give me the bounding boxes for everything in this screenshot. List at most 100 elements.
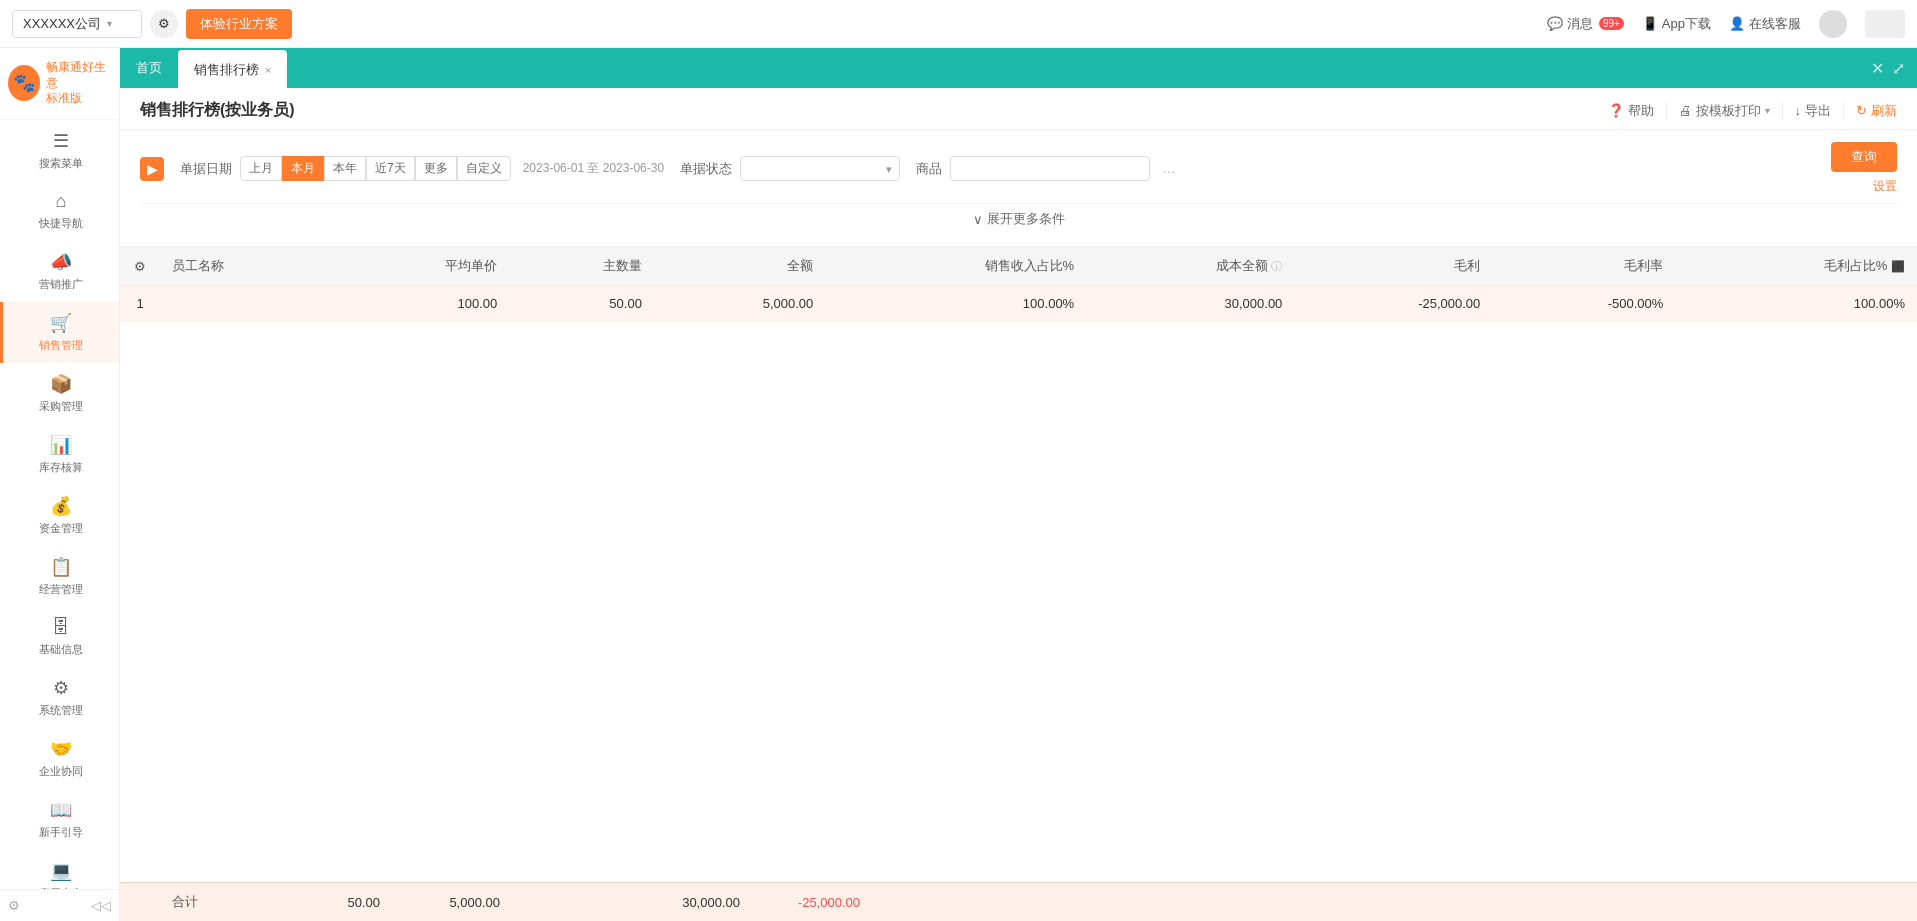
operations-icon: 📋 xyxy=(50,556,72,578)
cell-gross-pct: 100.00% xyxy=(1675,286,1917,322)
sidebar-settings-icon[interactable]: ⚙ xyxy=(8,898,20,913)
enterprise-icon: 🤝 xyxy=(50,738,72,760)
th-gross: 毛利 xyxy=(1294,247,1492,286)
cell-gross-rate: -500.00% xyxy=(1492,286,1675,322)
sidebar-item-search[interactable]: ☰ 搜索菜单 xyxy=(0,120,119,181)
sidebar-item-guide[interactable]: 📖 新手引导 xyxy=(0,789,119,850)
th-amount: 全额 xyxy=(654,247,825,286)
date-range: 2023-06-01 至 2023-06-30 xyxy=(523,160,664,177)
data-table: ⚙ 员工名称 平均单价 主数量 全额 销售收入占比% 成本全额 ⓘ 毛利 毛利率 xyxy=(120,247,1917,322)
th-name: 员工名称 xyxy=(160,247,335,286)
th-qty: 主数量 xyxy=(509,247,654,286)
sidebar-collapse-icon[interactable]: ◁◁ xyxy=(91,898,111,913)
cell-avg-price: 100.00 xyxy=(335,286,510,322)
messages-btn[interactable]: 💬 消息 99+ xyxy=(1547,15,1624,33)
top-bar: XXXXXX公司 ▾ ⚙ 体验行业方案 💬 消息 99+ 📱 App下载 👤 在… xyxy=(0,0,1917,48)
status-select[interactable] xyxy=(740,156,900,181)
print-arrow-icon: ▾ xyxy=(1765,105,1770,116)
online-service-btn[interactable]: 👤 在线客服 xyxy=(1729,15,1801,33)
table-footer: 合计 50.00 5,000.00 30,000.00 -25,000.00 xyxy=(120,882,1917,921)
filter-toggle-btn[interactable]: ▶ xyxy=(140,157,164,181)
help-label: 帮助 xyxy=(1628,102,1654,120)
sidebar-item-finance[interactable]: 💰 资金管理 xyxy=(0,485,119,546)
tab-label: 销售排行榜 xyxy=(194,61,259,79)
home-tab-label: 首页 xyxy=(136,59,162,77)
refresh-btn[interactable]: ↻ 刷新 xyxy=(1856,102,1897,120)
date-tab-last-month[interactable]: 上月 xyxy=(240,156,282,181)
footer-label: 合计 xyxy=(132,893,272,911)
tab-close-window-icon[interactable]: ✕ xyxy=(1871,59,1884,78)
sidebar-item-inventory[interactable]: 📊 库存核算 xyxy=(0,424,119,485)
cost-info-icon[interactable]: ⓘ xyxy=(1271,260,1282,272)
filter-row: ▶ 单据日期 上月 本月 本年 近7天 更多 自定义 2023-06-01 至 … xyxy=(140,142,1897,195)
sidebar-item-label: 企业协同 xyxy=(39,764,83,779)
filter-area: ▶ 单据日期 上月 本月 本年 近7天 更多 自定义 2023-06-01 至 … xyxy=(120,130,1917,247)
print-btn[interactable]: 🖨 按模板打印 ▾ xyxy=(1679,102,1770,120)
industry-btn[interactable]: 体验行业方案 xyxy=(186,9,292,39)
goods-more-icon[interactable]: … xyxy=(1162,161,1175,176)
company-selector[interactable]: XXXXXX公司 ▾ xyxy=(12,10,142,38)
sidebar-item-basic-info[interactable]: 🗄 基础信息 xyxy=(0,607,119,667)
sidebar-item-operations[interactable]: 📋 经营管理 xyxy=(0,546,119,607)
cell-sales-pct: 100.00% xyxy=(825,286,1086,322)
divider3 xyxy=(1843,102,1844,120)
purchase-icon: 📦 xyxy=(50,373,72,395)
service-icon: 👤 xyxy=(1729,16,1745,31)
date-filter: 单据日期 上月 本月 本年 近7天 更多 自定义 2023-06-01 至 20… xyxy=(180,156,664,181)
tab-sales-ranking[interactable]: 销售排行榜 × xyxy=(178,50,287,90)
avatar[interactable] xyxy=(1819,10,1847,38)
app-download-btn[interactable]: 📱 App下载 xyxy=(1642,15,1711,33)
table-header-row: ⚙ 员工名称 平均单价 主数量 全额 销售收入占比% 成本全额 ⓘ 毛利 毛利率 xyxy=(120,247,1917,286)
sidebar-item-label: 资金管理 xyxy=(39,521,83,536)
settings-link[interactable]: 设置 xyxy=(1873,178,1897,195)
apps-icon: 💻 xyxy=(50,860,72,882)
sidebar-item-purchase[interactable]: 📦 采购管理 xyxy=(0,363,119,424)
date-tab-current-year[interactable]: 本年 xyxy=(324,156,366,181)
export-btn[interactable]: ↓ 导出 xyxy=(1795,102,1832,120)
date-tabs: 上月 本月 本年 近7天 更多 自定义 xyxy=(240,156,511,181)
chevron-down-icon: ∨ xyxy=(973,212,983,227)
status-filter: 单据状态 xyxy=(680,156,900,181)
search-menu-icon: ☰ xyxy=(53,130,69,152)
chevron-down-icon: ▾ xyxy=(107,18,112,29)
date-tab-custom[interactable]: 自定义 xyxy=(457,156,511,181)
th-settings[interactable]: ⚙ xyxy=(120,247,160,286)
footer-amount: 5,000.00 xyxy=(392,895,512,910)
cell-amount: 5,000.00 xyxy=(654,286,825,322)
finance-icon: 💰 xyxy=(50,495,72,517)
sidebar-item-enterprise[interactable]: 🤝 企业协同 xyxy=(0,728,119,789)
date-tab-7days[interactable]: 近7天 xyxy=(366,156,415,181)
export-label: 导出 xyxy=(1805,102,1831,120)
tabs-bar-right: ✕ ⤢ xyxy=(1871,59,1917,78)
sidebar-item-label: 快捷导航 xyxy=(39,216,83,231)
gross-pct-info-icon[interactable]: ⬛ xyxy=(1891,260,1905,272)
sidebar-item-system[interactable]: ⚙ 系统管理 xyxy=(0,667,119,728)
settings-icon-top[interactable]: ⚙ xyxy=(150,10,178,38)
query-btn[interactable]: 查询 xyxy=(1831,142,1897,172)
sidebar-item-label: 基础信息 xyxy=(39,642,83,657)
sidebar-item-marketing[interactable]: 📣 营销推广 xyxy=(0,241,119,302)
status-label: 单据状态 xyxy=(680,160,732,178)
goods-filter: 商品 … xyxy=(916,156,1175,181)
tab-home[interactable]: 首页 xyxy=(120,48,178,88)
refresh-icon: ↻ xyxy=(1856,103,1867,118)
sidebar-item-label: 销售管理 xyxy=(39,338,83,353)
date-tab-current-month[interactable]: 本月 xyxy=(282,156,324,181)
date-tab-more[interactable]: 更多 xyxy=(415,156,457,181)
sidebar-item-shortcuts[interactable]: ⌂ 快捷导航 xyxy=(0,181,119,241)
logo-text: 畅康通好生意 标准版 xyxy=(46,60,111,107)
sidebar-item-apps[interactable]: 💻 应用中心 xyxy=(0,850,119,889)
footer-cost: 30,000.00 xyxy=(632,895,752,910)
home-icon: ⌂ xyxy=(56,191,67,212)
tab-close-icon[interactable]: × xyxy=(265,64,271,76)
help-btn[interactable]: ❓ 帮助 xyxy=(1608,102,1654,120)
sidebar-item-sales[interactable]: 🛒 销售管理 xyxy=(0,302,119,363)
inventory-icon: 📊 xyxy=(50,434,72,456)
goods-input[interactable] xyxy=(950,156,1150,181)
th-gross-pct: 毛利占比% ⬛ xyxy=(1675,247,1917,286)
sidebar-logo: 🐾 畅康通好生意 标准版 xyxy=(0,48,119,120)
tab-maximize-icon[interactable]: ⤢ xyxy=(1892,59,1905,78)
cell-qty: 50.00 xyxy=(509,286,654,322)
sidebar: 🐾 畅康通好生意 标准版 ☰ 搜索菜单 ⌂ 快捷导航 📣 营销推广 xyxy=(0,48,120,921)
expand-conditions-btn[interactable]: ∨ 展开更多条件 xyxy=(973,210,1065,228)
